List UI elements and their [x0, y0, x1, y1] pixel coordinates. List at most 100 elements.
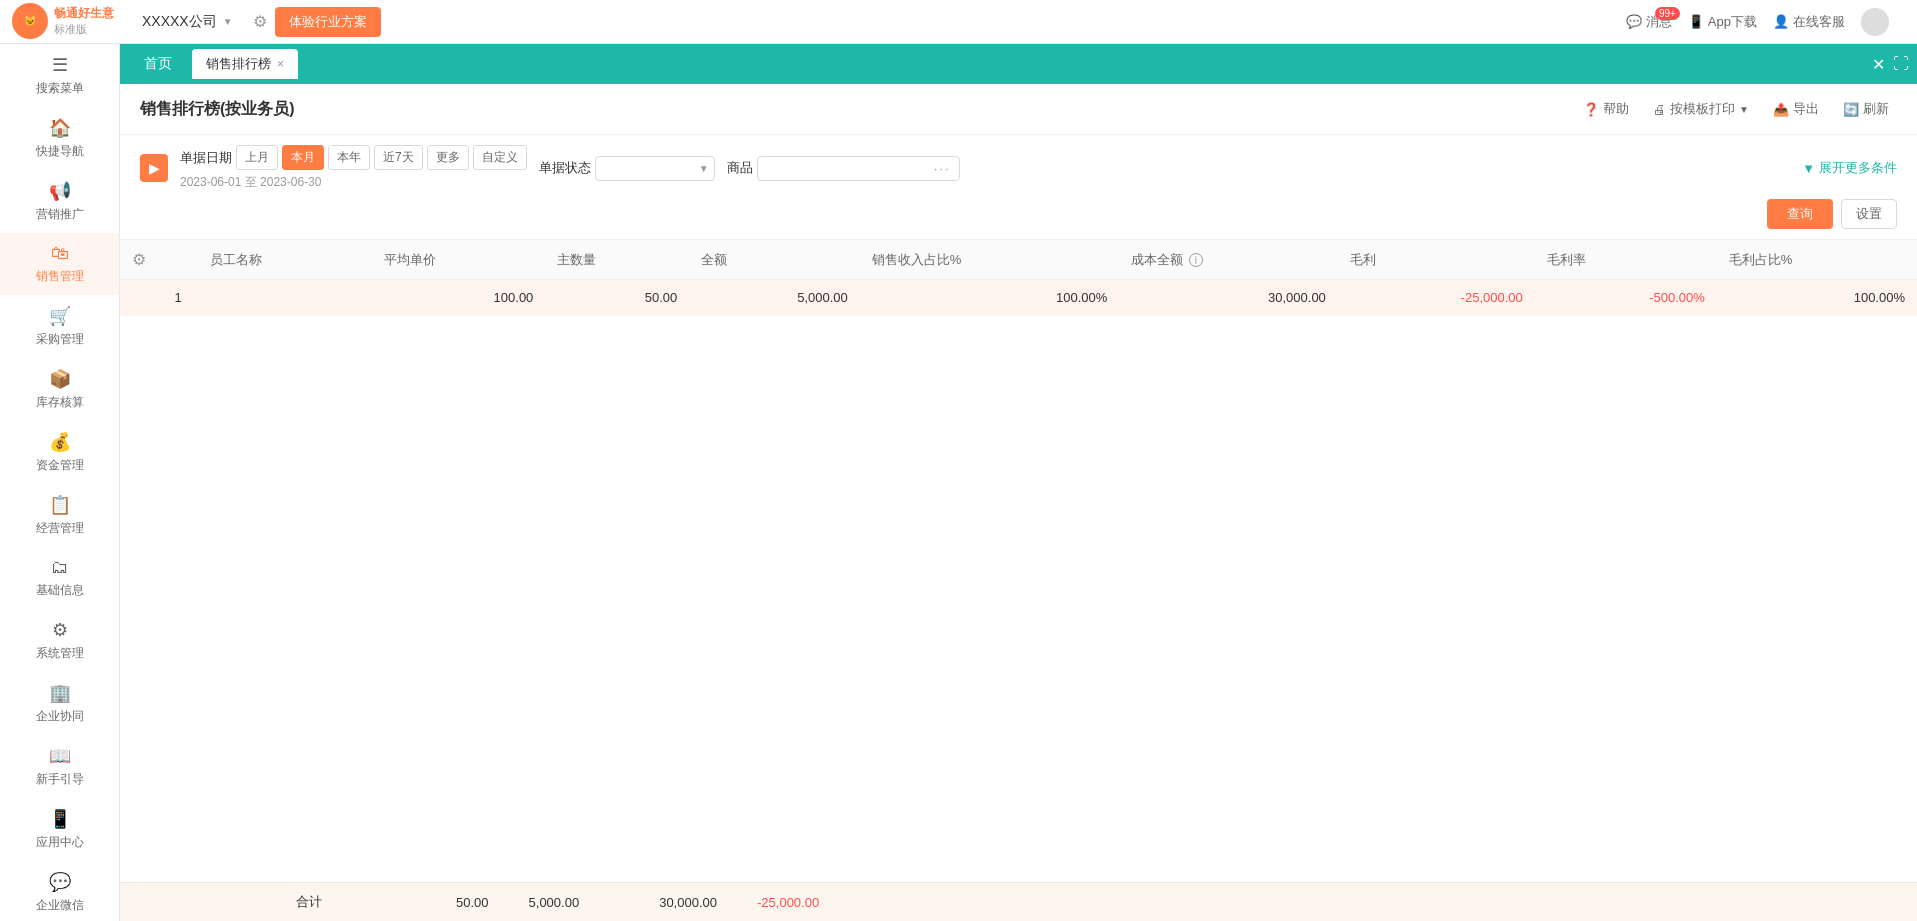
- app-download-label: App下载: [1708, 13, 1757, 31]
- app-download-button[interactable]: 📱 App下载: [1688, 13, 1757, 31]
- settings-icon[interactable]: ⚙: [253, 12, 267, 31]
- sidebar-icon-sales: 🛍: [51, 243, 69, 264]
- setting-button[interactable]: 设置: [1841, 199, 1897, 229]
- notification-badge: 99+: [1655, 7, 1680, 20]
- sidebar-item-search[interactable]: ☰ 搜索菜单: [0, 44, 119, 107]
- sidebar-icon-marketing: 📢: [49, 180, 71, 202]
- sidebar-icon-finance: 💰: [49, 431, 71, 453]
- help-label: 帮助: [1603, 100, 1629, 118]
- tab-home[interactable]: 首页: [128, 47, 188, 81]
- sidebar-label-system: 系统管理: [36, 645, 84, 662]
- col-rank: [158, 240, 198, 280]
- expand-more-button[interactable]: ▼ 展开更多条件: [1802, 159, 1897, 177]
- top-header: 🐱 畅通好生意 标准版 XXXXX公司 ▼ ⚙ 体验行业方案 💬 消息 99+ …: [0, 0, 1917, 44]
- sidebar-item-finance[interactable]: 💰 资金管理: [0, 421, 119, 484]
- sidebar-item-basic[interactable]: 🗂 基础信息: [0, 547, 119, 609]
- filter-bar: ▶ 单据日期 上月 本月 本年 近7天 更多 自定义 2023-06-01 至 …: [120, 135, 1917, 240]
- print-label: 按模板打印: [1670, 100, 1735, 118]
- col-quantity: 主数量: [545, 240, 689, 280]
- sidebar-item-shortcut[interactable]: 🏠 快捷导航: [0, 107, 119, 170]
- logo-icon: 🐱: [12, 3, 48, 39]
- cell-name-0: [198, 280, 372, 316]
- company-selector[interactable]: XXXXX公司 ▼: [134, 9, 241, 35]
- sidebar-label-shortcut: 快捷导航: [36, 143, 84, 160]
- expand-label: 展开更多条件: [1819, 159, 1897, 177]
- col-cost: 成本全额 i: [1119, 240, 1338, 280]
- cell-sales-ratio-0: 100.00%: [860, 280, 1120, 316]
- table-settings-icon[interactable]: ⚙: [132, 251, 146, 268]
- print-icon: 🖨: [1653, 102, 1666, 117]
- col-gross-rate: 毛利率: [1535, 240, 1717, 280]
- tab-maximize-icon[interactable]: ⛶: [1893, 55, 1909, 74]
- sidebar-item-marketing[interactable]: 📢 营销推广: [0, 170, 119, 233]
- sidebar-item-appstore[interactable]: 📱 应用中心: [0, 798, 119, 861]
- notification-button[interactable]: 💬 消息 99+: [1626, 13, 1672, 31]
- date-btn-more[interactable]: 更多: [427, 145, 469, 170]
- goods-input-wrapper: ···: [757, 156, 960, 181]
- table-header-row: ⚙ 员工名称 平均单价 主数量 全额 销售收入占比% 成本全额 i 毛利: [120, 240, 1917, 280]
- export-button[interactable]: 📤 导出: [1765, 96, 1827, 122]
- cell-gross-ratio-0: 100.00%: [1717, 280, 1917, 316]
- top-right-area: 💬 消息 99+ 📱 App下载 👤 在线客服: [1626, 8, 1905, 36]
- page-title: 销售排行榜(按业务员): [140, 99, 295, 120]
- online-service-button[interactable]: 👤 在线客服: [1773, 13, 1845, 31]
- table-row: 1 100.00 50.00 5,000.00 100.00% 30,000.0…: [120, 280, 1917, 316]
- date-btn-custom[interactable]: 自定义: [473, 145, 527, 170]
- sidebar-label-marketing: 营销推广: [36, 206, 84, 223]
- date-btn-current-year[interactable]: 本年: [328, 145, 370, 170]
- help-button[interactable]: ❓ 帮助: [1575, 96, 1637, 122]
- goods-more-icon[interactable]: ···: [934, 161, 951, 176]
- refresh-label: 刷新: [1863, 100, 1889, 118]
- sidebar-item-inventory[interactable]: 📦 库存核算: [0, 358, 119, 421]
- sidebar-item-wechat[interactable]: 💬 企业微信: [0, 861, 119, 921]
- tab-label: 销售排行榜: [206, 55, 271, 73]
- sidebar-label-search: 搜索菜单: [36, 80, 84, 97]
- cell-avg-price-0: 100.00: [372, 280, 546, 316]
- status-label: 单据状态: [539, 159, 591, 177]
- date-filter-group: 单据日期 上月 本月 本年 近7天 更多 自定义 2023-06-01 至 20…: [180, 145, 527, 191]
- download-icon: 📱: [1688, 14, 1704, 29]
- sidebar-icon-guide: 📖: [49, 745, 71, 767]
- app-title: 畅通好生意: [54, 6, 114, 22]
- refresh-button[interactable]: 🔄 刷新: [1835, 96, 1897, 122]
- sidebar-label-purchase: 采购管理: [36, 331, 84, 348]
- cell-gross-0: -25,000.00: [1338, 280, 1535, 316]
- trial-button[interactable]: 体验行业方案: [275, 7, 381, 37]
- table-container: ⚙ 员工名称 平均单价 主数量 全额 销售收入占比% 成本全额 i 毛利: [120, 240, 1917, 882]
- sidebar-icon-operations: 📋: [49, 494, 71, 516]
- sidebar-icon-inventory: 📦: [49, 368, 71, 390]
- col-amount: 全额: [689, 240, 860, 280]
- sidebar-item-sales[interactable]: 🛍 销售管理: [0, 233, 119, 295]
- sidebar-item-guide[interactable]: 📖 新手引导: [0, 735, 119, 798]
- sidebar-item-system[interactable]: ⚙ 系统管理: [0, 609, 119, 672]
- cost-info-icon[interactable]: i: [1189, 253, 1203, 267]
- sidebar: ☰ 搜索菜单 🏠 快捷导航 📢 营销推广 🛍 销售管理 🛒 采购管理 📦 库存核…: [0, 44, 120, 921]
- table-body: 1 100.00 50.00 5,000.00 100.00% 30,000.0…: [120, 280, 1917, 316]
- filter-actions: 查询 设置: [140, 199, 1897, 229]
- footer-quantity: 50.00: [456, 895, 489, 910]
- date-filter-row: 单据日期 上月 本月 本年 近7天 更多 自定义: [180, 145, 527, 170]
- tab-active[interactable]: 销售排行榜 ×: [192, 49, 298, 79]
- avatar[interactable]: [1861, 8, 1889, 36]
- sidebar-item-operations[interactable]: 📋 经营管理: [0, 484, 119, 547]
- footer-label: 合计: [296, 893, 376, 911]
- sidebar-label-finance: 资金管理: [36, 457, 84, 474]
- date-btn-current-month[interactable]: 本月: [282, 145, 324, 170]
- tab-minimize-icon[interactable]: ✕: [1872, 55, 1885, 74]
- query-button[interactable]: 查询: [1767, 199, 1833, 229]
- status-select[interactable]: [595, 156, 715, 181]
- message-icon: 💬: [1626, 14, 1642, 29]
- date-range-display: 2023-06-01 至 2023-06-30: [180, 174, 321, 191]
- sidebar-item-purchase[interactable]: 🛒 采购管理: [0, 295, 119, 358]
- sidebar-item-enterprise[interactable]: 🏢 企业协同: [0, 672, 119, 735]
- goods-input[interactable]: [766, 161, 934, 176]
- filter-expand-button[interactable]: ▶: [140, 154, 168, 182]
- date-btn-7days[interactable]: 近7天: [374, 145, 423, 170]
- page-actions: ❓ 帮助 🖨 按模板打印 ▼ 📤 导出 🔄 刷新: [1575, 96, 1897, 122]
- print-button[interactable]: 🖨 按模板打印 ▼: [1645, 96, 1757, 122]
- col-gross: 毛利: [1338, 240, 1535, 280]
- tab-close-icon[interactable]: ×: [277, 57, 284, 71]
- date-btn-prev-month[interactable]: 上月: [236, 145, 278, 170]
- sidebar-icon-purchase: 🛒: [49, 305, 71, 327]
- sidebar-icon-search: ☰: [52, 54, 68, 76]
